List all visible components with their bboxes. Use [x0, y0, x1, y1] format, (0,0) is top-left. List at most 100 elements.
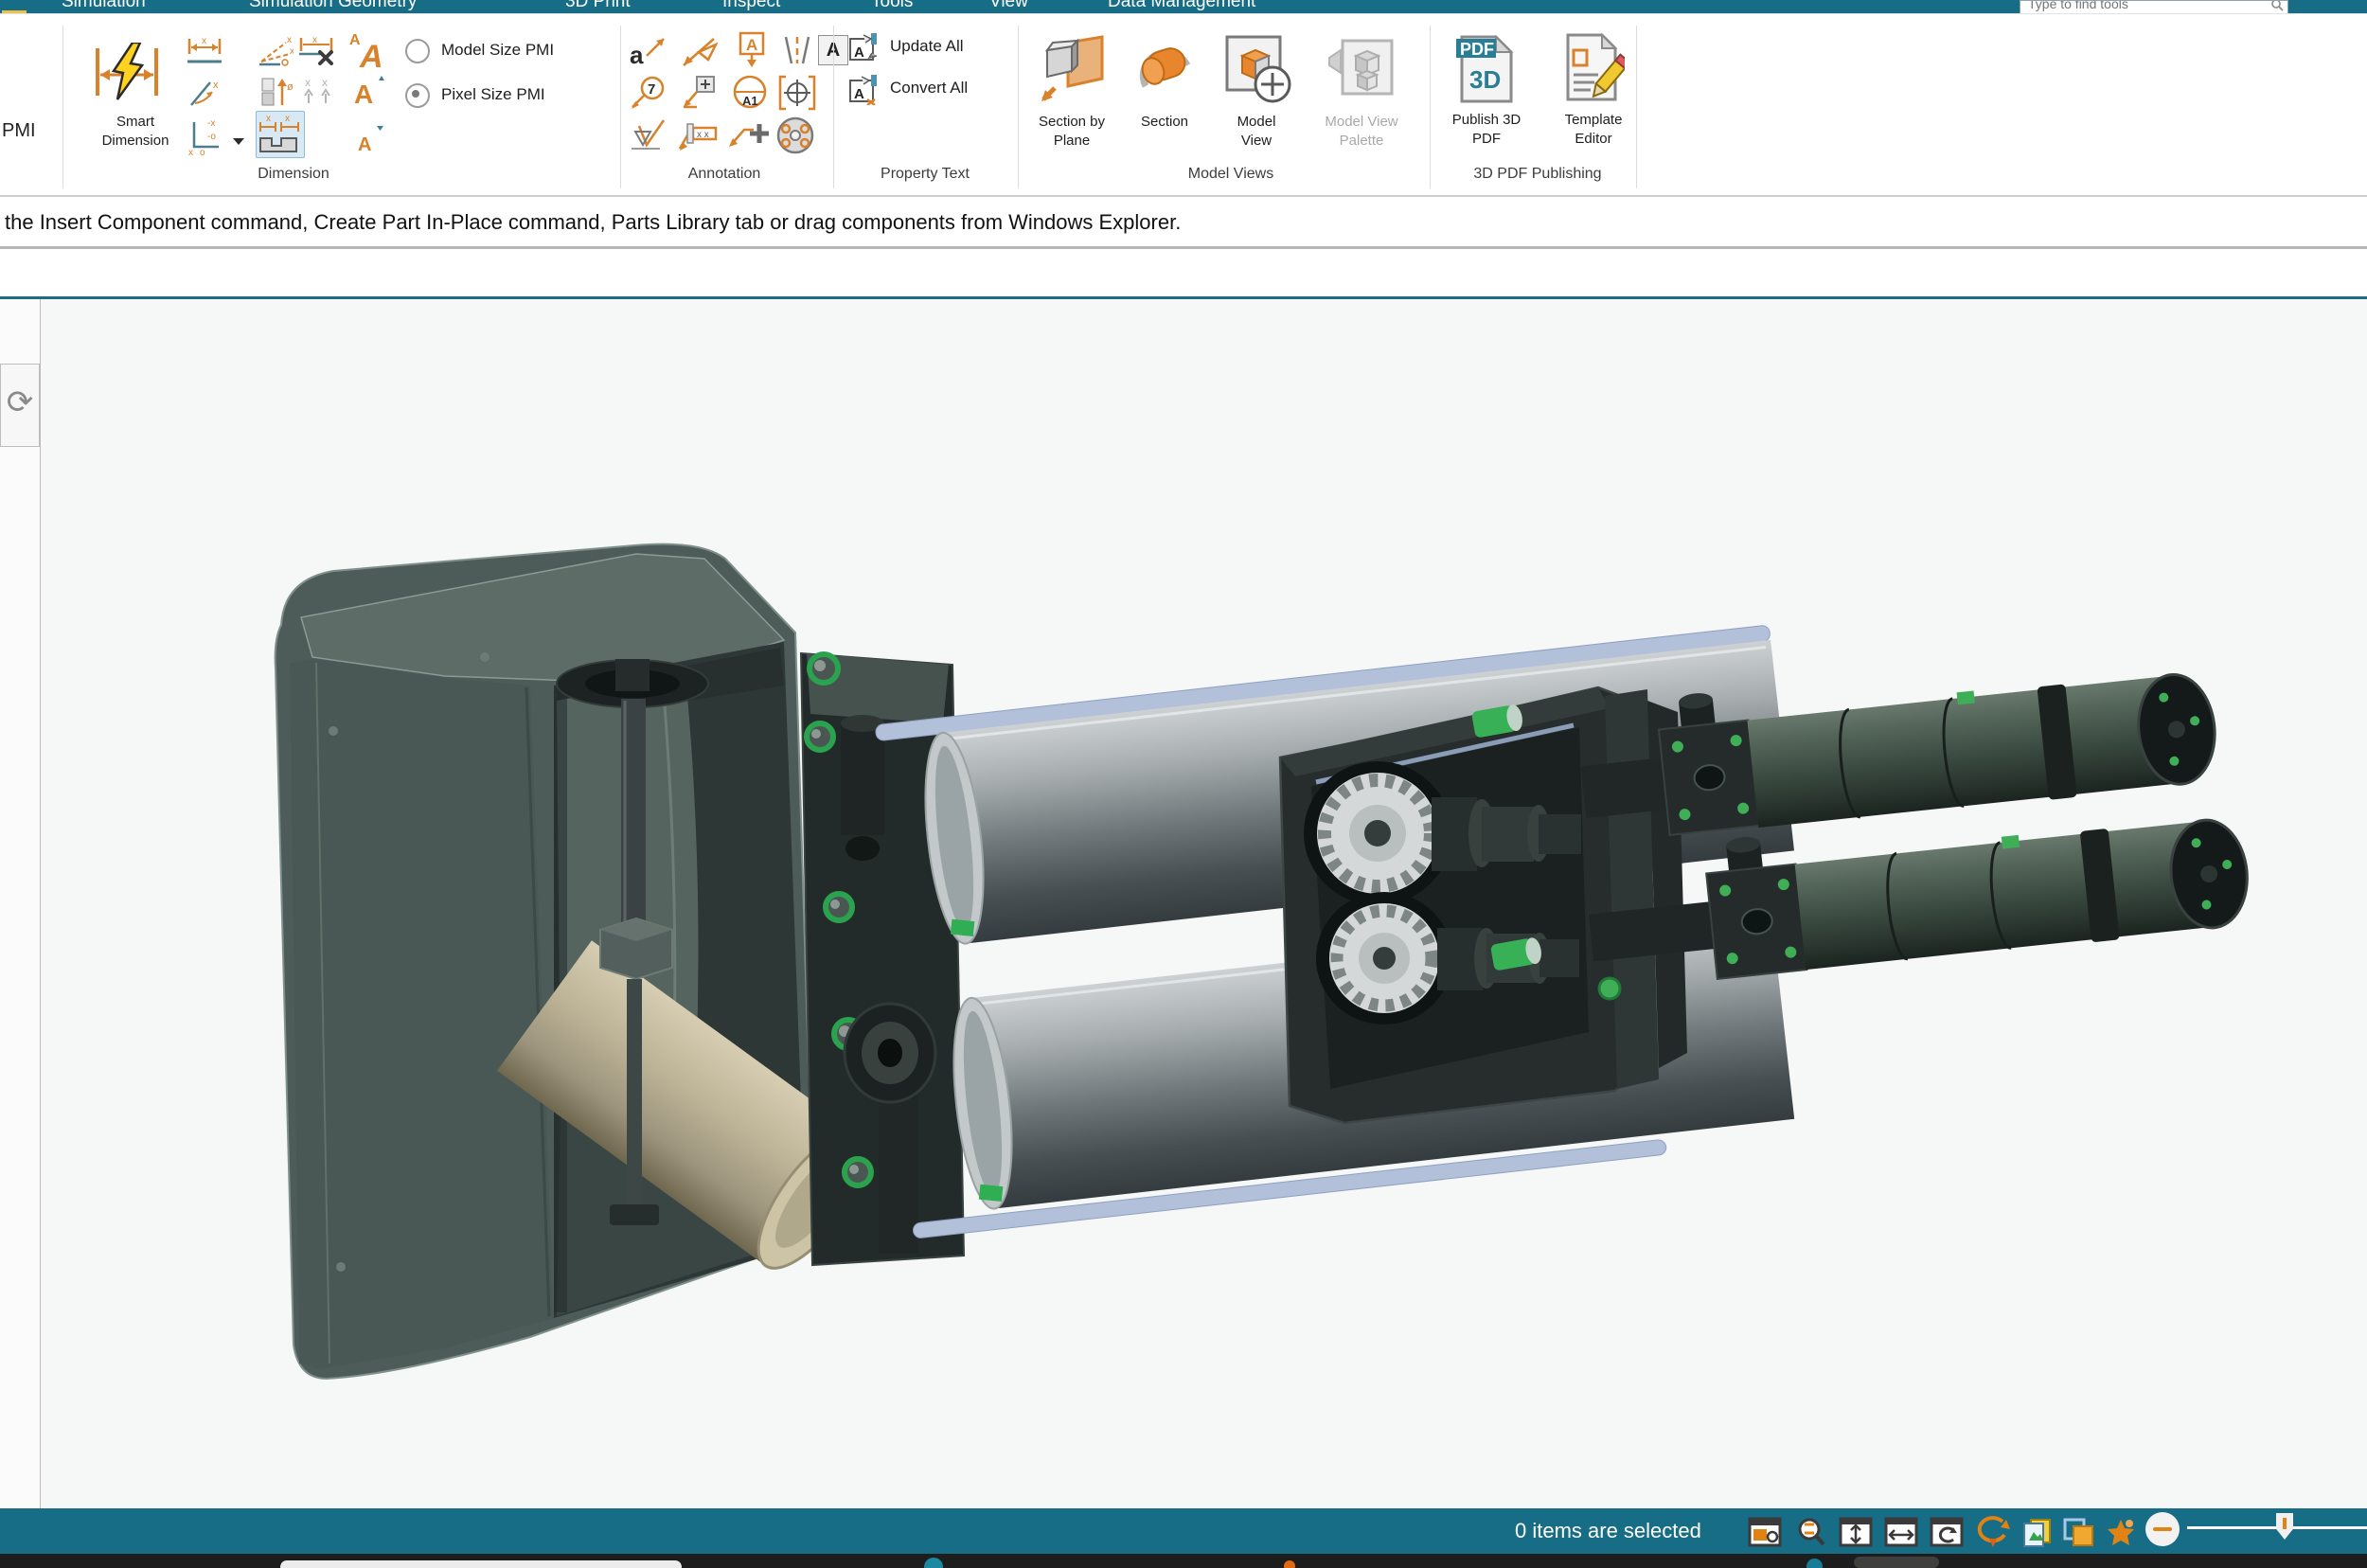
- window-layout-icon[interactable]: [2061, 1516, 2097, 1548]
- tab-inspect[interactable]: Inspect: [722, 0, 780, 12]
- status-bar: 0 items are selected: [0, 1508, 2367, 1554]
- tab-simulation-geometry[interactable]: Simulation Geometry: [249, 0, 417, 12]
- model-size-pmi-label: Model Size PMI: [441, 41, 555, 59]
- svg-text:A: A: [354, 80, 373, 109]
- section-button[interactable]: Section: [1123, 26, 1208, 168]
- model-view-button[interactable]: Model View: [1214, 26, 1301, 168]
- model-size-pmi-radio[interactable]: [405, 39, 430, 63]
- pdf-publishing-group-label: 3D PDF Publishing: [1473, 166, 1602, 182]
- svg-text:x x: x x: [697, 130, 709, 140]
- distance-between-icon[interactable]: x: [186, 35, 223, 67]
- annotation-group-label: Annotation: [687, 166, 761, 182]
- tab-view[interactable]: View: [989, 0, 1028, 12]
- svg-text:x: x: [290, 46, 294, 57]
- symmetric-diameter-icon[interactable]: ø: [259, 75, 297, 109]
- groove-dimension-button-selected[interactable]: xx: [256, 111, 305, 158]
- svg-text:-o: -o: [207, 132, 216, 142]
- section-label: Section: [1140, 114, 1189, 130]
- rotate-view-icon[interactable]: [1929, 1516, 1965, 1548]
- effects-icon[interactable]: [2103, 1516, 2139, 1548]
- view-styles-icon[interactable]: [2020, 1516, 2056, 1548]
- update-all-label: Update All: [890, 37, 964, 55]
- command-finder-box[interactable]: [2020, 0, 2288, 13]
- section-icon: [1139, 47, 1191, 88]
- section-by-plane-button[interactable]: Section by Plane: [1028, 26, 1117, 168]
- svg-text:x: x: [213, 80, 219, 91]
- publish-3d-pdf-button[interactable]: PDF 3D Publish 3D PDF: [1441, 24, 1532, 168]
- model-view-palette-icon: [1328, 39, 1394, 96]
- splined-gear-upper: [1304, 761, 1451, 905]
- zoom-area-icon[interactable]: [1792, 1516, 1828, 1548]
- svg-text:A: A: [854, 86, 864, 102]
- svg-text:x: x: [305, 76, 311, 89]
- update-all-icon: A: [849, 33, 878, 61]
- weld-wheel-icon[interactable]: [774, 115, 816, 156]
- windows-taskbar-edge: [0, 1554, 2367, 1568]
- smart-dimension-label: Smart Dimension: [101, 114, 169, 149]
- spin-tool-icon[interactable]: [1976, 1516, 2012, 1548]
- parting-line-icon[interactable]: [778, 33, 816, 67]
- convert-all-icon: A: [849, 75, 877, 106]
- surface-texture-icon[interactable]: [628, 116, 671, 154]
- prompt-bar: the Insert Component command, Create Par…: [0, 197, 2367, 246]
- balloon-icon[interactable]: 7: [628, 75, 669, 113]
- property-text-group-label: Property Text: [881, 166, 970, 182]
- tab-tools[interactable]: Tools: [871, 0, 913, 12]
- coordinate-dimension-icon[interactable]: -x -o x o: [187, 115, 226, 156]
- tab-data-management[interactable]: Data Management: [1108, 0, 1255, 12]
- update-all-button[interactable]: A Update All: [848, 33, 1009, 67]
- zoom-out-button[interactable]: [2145, 1512, 2180, 1546]
- increase-text-size-icon[interactable]: A: [352, 75, 386, 109]
- weld-symbol-icon[interactable]: x x: [674, 116, 720, 154]
- svg-text:x: x: [188, 148, 193, 156]
- leader-icon[interactable]: [725, 116, 771, 154]
- font-style-icon[interactable]: A A: [348, 29, 388, 71]
- svg-text:x: x: [285, 114, 290, 124]
- svg-text:o: o: [200, 148, 205, 156]
- taskbar-search-pill[interactable]: [280, 1560, 682, 1568]
- convert-all-label: Convert All: [890, 79, 969, 97]
- search-icon: [2271, 1, 2284, 11]
- datum-frame-icon[interactable]: A1: [729, 73, 771, 113]
- display-options-icon[interactable]: [1747, 1516, 1783, 1548]
- dimension-dropdown-arrow[interactable]: [231, 135, 246, 147]
- section-by-plane-label: Section by Plane: [1038, 114, 1106, 149]
- balloon-text-icon[interactable]: A: [731, 31, 771, 69]
- model-views-group-label: Model Views: [1187, 166, 1274, 182]
- tab-3d-print[interactable]: 3D Print: [565, 0, 631, 12]
- decrease-text-size-icon[interactable]: A: [354, 118, 386, 154]
- edge-condition-icon[interactable]: [680, 33, 720, 69]
- graphics-viewport[interactable]: ⟳: [0, 299, 2367, 1508]
- svg-text:3D: 3D: [1469, 65, 1501, 94]
- datum-target-icon[interactable]: [678, 73, 720, 113]
- convert-all-button[interactable]: A Convert All: [848, 75, 1009, 109]
- prompt-text: the Insert Component command, Create Par…: [5, 210, 1182, 234]
- pixel-size-pmi-radio[interactable]: [405, 83, 430, 108]
- groove-dimension-icon: xx: [259, 114, 299, 152]
- splined-gear-lower: [1316, 892, 1452, 1025]
- publish-3d-pdf-icon: PDF 3D: [1456, 34, 1514, 103]
- tab-simulation[interactable]: Simulation: [62, 0, 146, 12]
- taskbar-app-icon-orange[interactable]: [1284, 1560, 1295, 1568]
- taskbar-app-icon[interactable]: [924, 1558, 943, 1568]
- template-editor-button[interactable]: Template Editor: [1545, 24, 1640, 168]
- svg-text:x: x: [202, 36, 206, 46]
- solid-edge-window: Simulation Simulation Geometry 3D Print …: [0, 0, 2367, 1568]
- angle-between-icon[interactable]: x x: [258, 35, 294, 67]
- ribbon-tab-bar: Simulation Simulation Geometry 3D Print …: [0, 0, 2367, 13]
- smart-dimension-button[interactable]: Smart Dimension: [76, 24, 195, 166]
- zoom-icon[interactable]: [1838, 1516, 1874, 1548]
- feature-control-frame-icon[interactable]: [776, 73, 818, 113]
- svg-text:-x: -x: [207, 118, 215, 129]
- svg-text:x: x: [322, 76, 328, 89]
- fit-view-icon[interactable]: [1883, 1516, 1919, 1548]
- callout-icon[interactable]: a: [628, 33, 669, 69]
- search-input[interactable]: [2026, 1, 2248, 12]
- svg-text:PDF: PDF: [1460, 40, 1494, 59]
- delete-dimension-icon[interactable]: x: [297, 35, 335, 67]
- pmi-group-label: PMI: [2, 120, 36, 141]
- zoom-slider-thumb[interactable]: [2276, 1513, 2293, 1540]
- taskbar-app-icon-teal[interactable]: [1806, 1559, 1823, 1568]
- taskbar-preview-slab[interactable]: [1854, 1557, 1939, 1568]
- angle-dimension-icon[interactable]: x: [187, 77, 223, 109]
